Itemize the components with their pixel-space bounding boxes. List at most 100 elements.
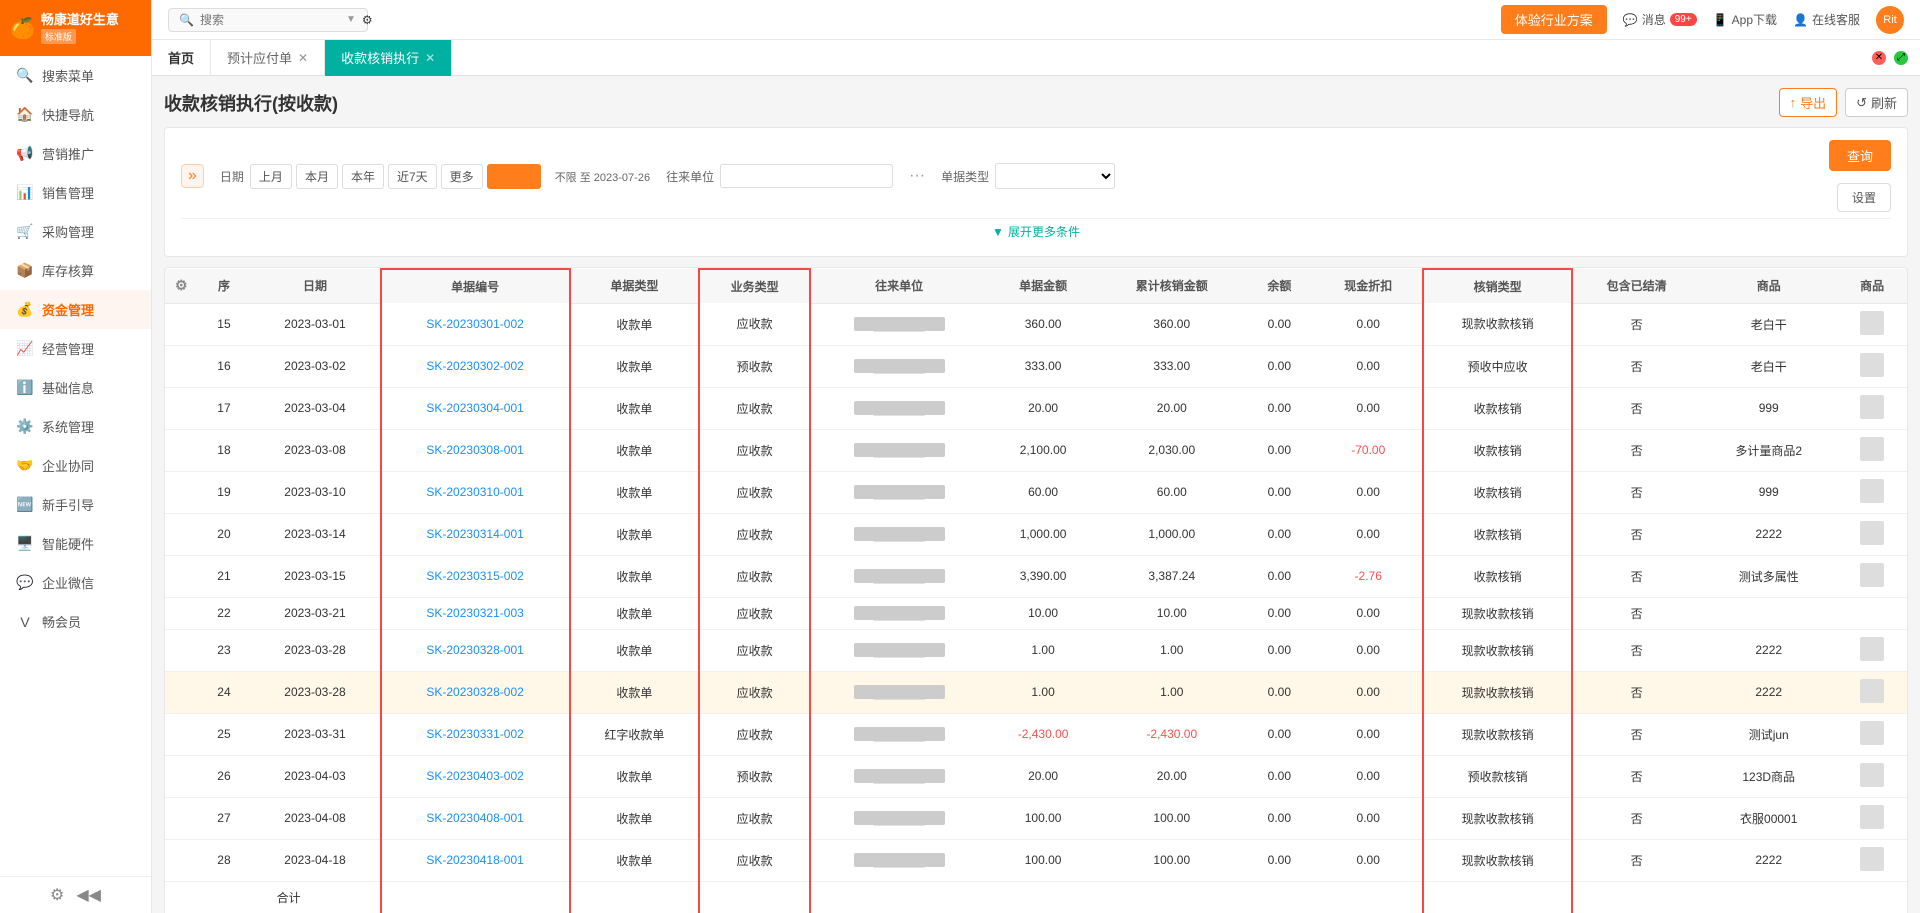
cell-doc-type-13: 收款单: [570, 839, 700, 881]
sidebar-item-guide[interactable]: 🆕新手引导: [0, 485, 151, 524]
table-row: 22 2023-03-21 SK-20230321-003 收款单 应收款 ██…: [165, 597, 1907, 629]
this-year-btn[interactable]: 本年: [342, 164, 384, 189]
search-icon: 🔍: [179, 13, 194, 27]
sidebar-item-collab[interactable]: 🤝企业协同: [0, 446, 151, 485]
sidebar-item-member[interactable]: V畅会员: [0, 602, 151, 641]
search-box[interactable]: 🔍 ▼ ⚙: [168, 8, 368, 32]
logo-badge: 标准版: [41, 29, 76, 44]
cell-amount-10: -2,430.00: [987, 713, 1099, 755]
doc-no-link-9[interactable]: SK-20230328-002: [426, 685, 523, 699]
sidebar-item-operations[interactable]: 📈经营管理: [0, 329, 151, 368]
cell-goods-13: 2222: [1700, 839, 1837, 881]
doc-no-link-1[interactable]: SK-20230302-002: [426, 359, 523, 373]
tab-collection[interactable]: 收款核销执行 ✕: [325, 40, 452, 76]
sidebar-item-finance[interactable]: 💰资金管理: [0, 290, 151, 329]
date-range-display: 不限 至 2023-07-26: [555, 169, 650, 185]
collapse-icon[interactable]: ◀◀: [76, 885, 101, 905]
filter-toggle-button[interactable]: »: [181, 164, 204, 188]
tab-home[interactable]: 首页: [152, 40, 211, 76]
last-7-days-btn[interactable]: 近7天: [388, 164, 437, 189]
cell-goods2-8: [1837, 629, 1907, 671]
sidebar-icon-marketing: 📢: [16, 145, 34, 162]
table-header-row: ⚙ 序 日期 单据编号 单据类型 业务类型 往来单位 单据金额 累计核销金额 余…: [165, 269, 1907, 303]
user-avatar[interactable]: Rit: [1876, 6, 1904, 34]
doc-no-link-2[interactable]: SK-20230304-001: [426, 401, 523, 415]
query-button[interactable]: 查询: [1829, 140, 1891, 171]
doc-no-link-8[interactable]: SK-20230328-001: [426, 643, 523, 657]
sidebar-item-inventory[interactable]: 📦库存核算: [0, 251, 151, 290]
doc-no-link-0[interactable]: SK-20230301-002: [426, 317, 523, 331]
industry-solution-button[interactable]: 体验行业方案: [1501, 5, 1607, 34]
cell-doc-type-10: 红字收款单: [570, 713, 700, 755]
tab-payable[interactable]: 预计应付单 ✕: [211, 40, 325, 76]
settings-icon[interactable]: ⚙: [50, 885, 64, 905]
sidebar-item-hardware[interactable]: 🖥️智能硬件: [0, 524, 151, 563]
cell-counterpart-6: ██████: [810, 555, 987, 597]
cell-settled-8: 否: [1572, 629, 1700, 671]
last-month-btn[interactable]: 上月: [250, 164, 292, 189]
app-download-button[interactable]: 📱 App下载: [1713, 11, 1777, 28]
dropdown-arrow-icon[interactable]: ▼: [346, 14, 356, 25]
tab-collection-close[interactable]: ✕: [425, 51, 435, 65]
doc-no-link-4[interactable]: SK-20230310-001: [426, 485, 523, 499]
cell-no-4: 19: [198, 471, 251, 513]
window-close-button[interactable]: ✕: [1872, 51, 1886, 65]
online-service-button[interactable]: 👤 在线客服: [1793, 11, 1860, 28]
doc-no-link-6[interactable]: SK-20230315-002: [426, 569, 523, 583]
cell-doc-no-5: SK-20230314-001: [381, 513, 570, 555]
cell-goods2-4: [1837, 471, 1907, 513]
sidebar-item-purchase[interactable]: 🛒采购管理: [0, 212, 151, 251]
table-row: 24 2023-03-28 SK-20230328-002 收款单 应收款 ██…: [165, 671, 1907, 713]
expand-conditions-button[interactable]: ▼ 展开更多条件: [181, 218, 1891, 244]
doc-no-link-13[interactable]: SK-20230418-001: [426, 853, 523, 867]
sidebar-item-marketing[interactable]: 📢营销推广: [0, 134, 151, 173]
table-row: 25 2023-03-31 SK-20230331-002 红字收款单 应收款 …: [165, 713, 1907, 755]
cell-discount-12: 0.00: [1314, 797, 1423, 839]
doc-no-link-11[interactable]: SK-20230403-002: [426, 769, 523, 783]
doc-no-link-3[interactable]: SK-20230308-001: [426, 443, 523, 457]
th-balance: 余额: [1245, 269, 1315, 303]
cell-discount-3: -70.00: [1314, 429, 1423, 471]
cell-writeoff-4: 60.00: [1099, 471, 1245, 513]
doc-no-link-12[interactable]: SK-20230408-001: [426, 811, 523, 825]
counterpart-input[interactable]: [720, 164, 893, 188]
sidebar-item-wechat[interactable]: 💬企业微信: [0, 563, 151, 602]
filter-more-dots[interactable]: ···: [909, 167, 925, 185]
custom-date-btn[interactable]: 自定义: [487, 164, 541, 189]
doc-no-link-5[interactable]: SK-20230314-001: [426, 527, 523, 541]
export-button[interactable]: ↑ 导出: [1779, 88, 1838, 117]
column-settings-icon[interactable]: ⚙: [175, 277, 188, 293]
cell-goods2-11: [1837, 755, 1907, 797]
sidebar-item-search[interactable]: 🔍搜索菜单: [0, 56, 151, 95]
cell-writeoff-type-12: 现款收款核销: [1423, 797, 1572, 839]
footer-doc-type: [570, 881, 700, 913]
th-writeoff-type: 核销类型: [1423, 269, 1572, 303]
cell-balance-10: 0.00: [1245, 713, 1315, 755]
doc-no-link-10[interactable]: SK-20230331-002: [426, 727, 523, 741]
th-cash-discount: 现金折扣: [1314, 269, 1423, 303]
refresh-button[interactable]: ↺ 刷新: [1845, 88, 1908, 117]
cell-balance-9: 0.00: [1245, 671, 1315, 713]
search-input[interactable]: [200, 13, 340, 27]
sidebar-item-basic[interactable]: ℹ️基础信息: [0, 368, 151, 407]
more-date-btn[interactable]: 更多: [441, 164, 483, 189]
sidebar-item-shortcut[interactable]: 🏠快捷导航: [0, 95, 151, 134]
cell-discount-8: 0.00: [1314, 629, 1423, 671]
sidebar-item-sales[interactable]: 📊销售管理: [0, 173, 151, 212]
this-month-btn[interactable]: 本月: [296, 164, 338, 189]
cell-doc-type-5: 收款单: [570, 513, 700, 555]
sidebar-label-member: 畅会员: [42, 612, 81, 631]
receipt-type-select[interactable]: [995, 163, 1115, 189]
cell-biz-type-9: 应收款: [699, 671, 810, 713]
tab-payable-close[interactable]: ✕: [298, 51, 308, 65]
window-max-button[interactable]: ⤢: [1894, 51, 1908, 65]
cell-biz-type-8: 应收款: [699, 629, 810, 671]
filter-setting-button[interactable]: 设置: [1837, 183, 1891, 212]
message-button[interactable]: 💬 消息 99+: [1623, 11, 1697, 28]
table-row: 21 2023-03-15 SK-20230315-002 收款单 应收款 ██…: [165, 555, 1907, 597]
topbar-gear-icon[interactable]: ⚙: [362, 13, 373, 27]
footer-writeoff: [1099, 881, 1245, 913]
cell-date-3: 2023-03-08: [250, 429, 380, 471]
sidebar-item-system[interactable]: ⚙️系统管理: [0, 407, 151, 446]
doc-no-link-7[interactable]: SK-20230321-003: [426, 606, 523, 620]
